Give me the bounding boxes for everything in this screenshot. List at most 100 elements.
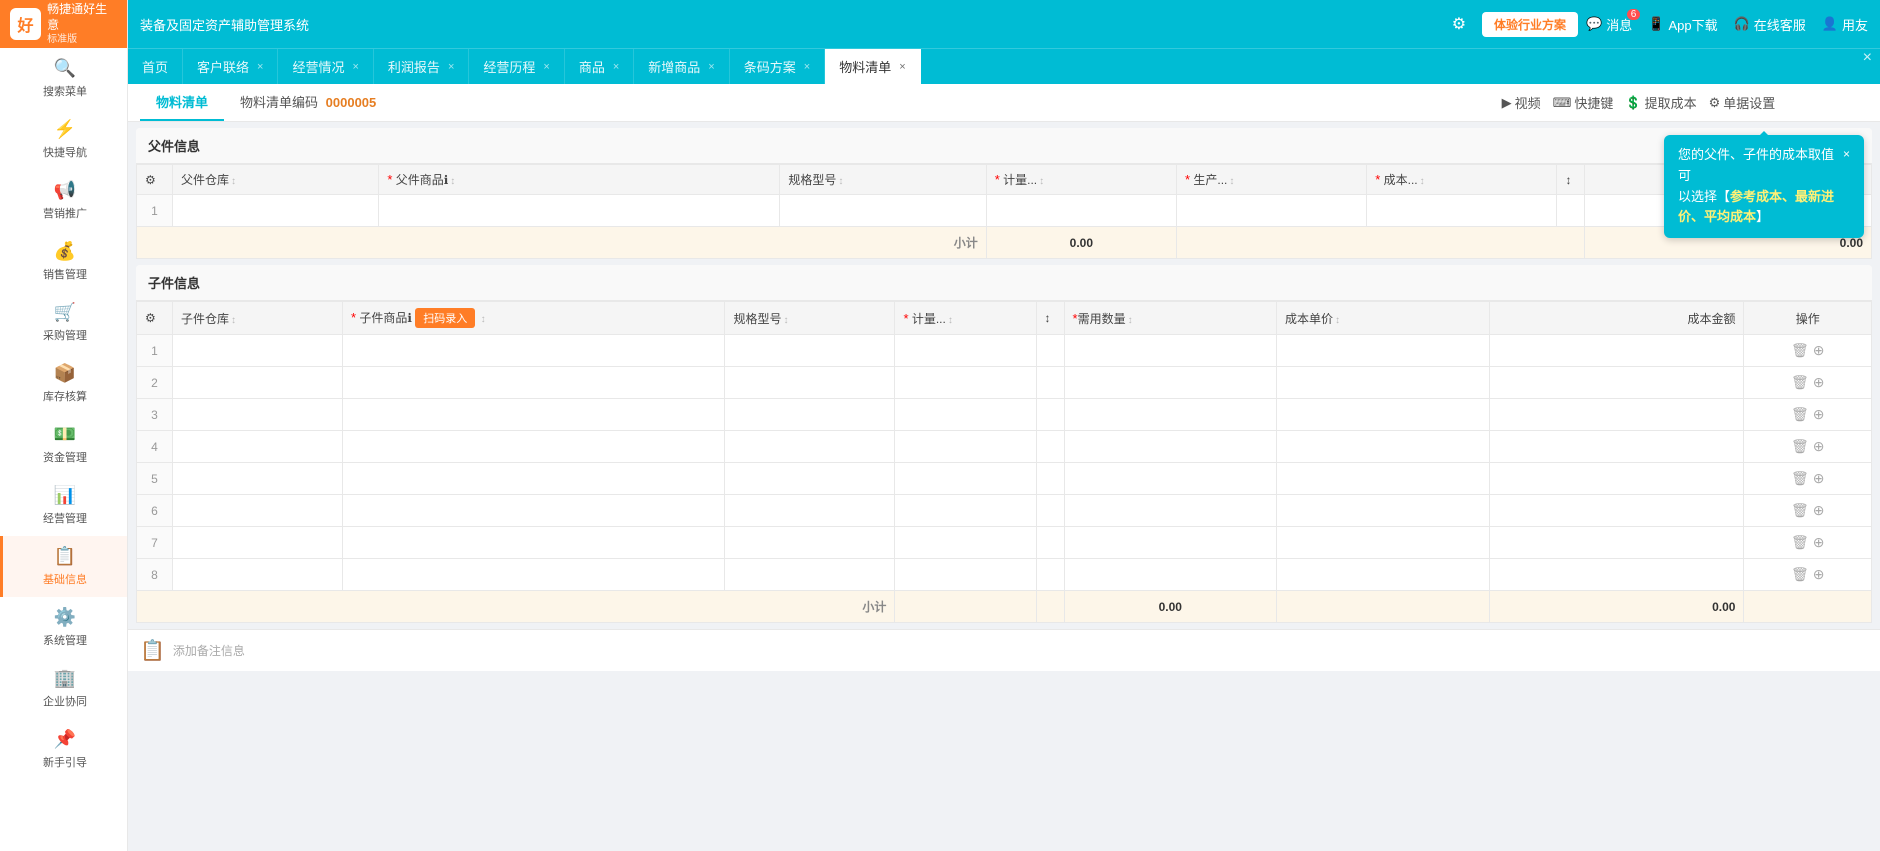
sidebar-item-quick-nav[interactable]: ⚡快捷导航 <box>0 109 127 170</box>
child-col-settings[interactable]: ⚙ <box>137 302 173 335</box>
child-row-1-cost-price[interactable] <box>1277 335 1489 367</box>
child-row-8-unit[interactable] <box>895 559 1036 591</box>
nav-tab-bom[interactable]: 物料清单× <box>825 49 920 84</box>
child-row-7-quantity[interactable] <box>1064 527 1276 559</box>
child-row-3-quantity[interactable] <box>1064 399 1276 431</box>
app-download-btn[interactable]: 📱 App下载 <box>1648 15 1717 34</box>
sidebar-item-system[interactable]: ⚙️系统管理 <box>0 597 127 658</box>
tooltip-close-button[interactable]: × <box>1843 145 1850 164</box>
copy-icon-row-4[interactable]: ⊕ <box>1813 438 1825 455</box>
shortcut-button[interactable]: ⌨ 快捷键 <box>1553 93 1614 112</box>
nav-tab-history[interactable]: 经营历程× <box>469 49 564 84</box>
delete-icon-row-6[interactable]: 🗑 <box>1791 502 1809 519</box>
sidebar-item-guide[interactable]: 📌新手引导 <box>0 719 127 780</box>
child-row-2-unit[interactable] <box>895 367 1036 399</box>
child-row-7-unit[interactable] <box>895 527 1036 559</box>
child-row-2-quantity[interactable] <box>1064 367 1276 399</box>
child-row-5-spec[interactable] <box>725 463 895 495</box>
notification-bell[interactable]: 💬 消息 6 <box>1586 15 1632 34</box>
parent-row-1-warehouse[interactable] <box>173 195 379 227</box>
copy-icon-row-8[interactable]: ⊕ <box>1813 566 1825 583</box>
delete-icon-row-2[interactable]: 🗑 <box>1791 374 1809 391</box>
child-row-1-unit[interactable] <box>895 335 1036 367</box>
child-row-4-spec[interactable] <box>725 431 895 463</box>
delete-icon-row-5[interactable]: 🗑 <box>1791 470 1809 487</box>
child-row-7-product[interactable] <box>342 527 724 559</box>
trial-button[interactable]: 体验行业方案 <box>1482 12 1578 37</box>
sub-tab-bom-code[interactable]: 物料清单编码 0000005 <box>224 84 392 121</box>
nav-tab-barcode[interactable]: 条码方案× <box>730 49 825 84</box>
child-row-4-unit[interactable] <box>895 431 1036 463</box>
delete-icon-row-3[interactable]: 🗑 <box>1791 406 1809 423</box>
copy-icon-row-6[interactable]: ⊕ <box>1813 502 1825 519</box>
child-row-2-cost-price[interactable] <box>1277 367 1489 399</box>
close-all-tabs-button[interactable]: × <box>1855 49 1880 84</box>
parent-row-1-spec[interactable] <box>780 195 986 227</box>
child-row-3-product[interactable] <box>342 399 724 431</box>
sidebar-item-marketing[interactable]: 📢营销推广 <box>0 170 127 231</box>
child-row-1-product[interactable] <box>342 335 724 367</box>
sidebar-item-sales[interactable]: 💰销售管理 <box>0 231 127 292</box>
sidebar-item-inventory[interactable]: 📦库存核算 <box>0 353 127 414</box>
child-row-6-cost-price[interactable] <box>1277 495 1489 527</box>
nav-tab-close-profit[interactable]: × <box>448 61 454 73</box>
child-row-4-warehouse[interactable] <box>173 431 343 463</box>
sidebar-item-operation[interactable]: 📊经营管理 <box>0 475 127 536</box>
child-row-3-spec[interactable] <box>725 399 895 431</box>
child-row-4-cost-price[interactable] <box>1277 431 1489 463</box>
child-row-8-product[interactable] <box>342 559 724 591</box>
nav-tab-profit[interactable]: 利润报告× <box>374 49 469 84</box>
child-row-3-warehouse[interactable] <box>173 399 343 431</box>
child-row-1-spec[interactable] <box>725 335 895 367</box>
child-row-2-warehouse[interactable] <box>173 367 343 399</box>
child-row-8-spec[interactable] <box>725 559 895 591</box>
copy-icon-row-1[interactable]: ⊕ <box>1813 342 1825 359</box>
child-row-5-cost-price[interactable] <box>1277 463 1489 495</box>
parent-col-settings[interactable]: ⚙ <box>137 165 173 195</box>
child-row-5-product[interactable] <box>342 463 724 495</box>
child-row-6-unit[interactable] <box>895 495 1036 527</box>
child-row-1-quantity[interactable] <box>1064 335 1276 367</box>
nav-tab-close-barcode[interactable]: × <box>804 61 810 73</box>
bottom-icon[interactable]: 📋 <box>140 638 165 663</box>
nav-tab-new-goods[interactable]: 新增商品× <box>634 49 729 84</box>
scan-button[interactable]: 扫码录入 <box>415 308 475 328</box>
sidebar-item-enterprise[interactable]: 🏢企业协同 <box>0 658 127 719</box>
child-row-7-cost-price[interactable] <box>1277 527 1489 559</box>
sidebar-item-basic-info[interactable]: 📋基础信息 <box>0 536 127 597</box>
child-row-3-unit[interactable] <box>895 399 1036 431</box>
expand-icon[interactable]: ⤢ <box>1853 94 1868 111</box>
nav-tab-home[interactable]: 首页 <box>128 49 183 84</box>
child-row-4-product[interactable] <box>342 431 724 463</box>
copy-icon-row-5[interactable]: ⊕ <box>1813 470 1825 487</box>
user-menu[interactable]: 👤 用友 <box>1822 15 1868 34</box>
child-row-3-cost-price[interactable] <box>1277 399 1489 431</box>
child-row-8-quantity[interactable] <box>1064 559 1276 591</box>
online-service-btn[interactable]: 🎧 在线客服 <box>1734 15 1806 34</box>
nav-tab-operations[interactable]: 经营情况× <box>278 49 373 84</box>
child-row-8-warehouse[interactable] <box>173 559 343 591</box>
child-row-4-quantity[interactable] <box>1064 431 1276 463</box>
child-row-2-spec[interactable] <box>725 367 895 399</box>
nav-tab-close-goods[interactable]: × <box>613 61 619 73</box>
single-settings-button[interactable]: ⚙ 单据设置 <box>1709 93 1776 112</box>
nav-tab-close-operations[interactable]: × <box>352 61 358 73</box>
sub-tab-bom-list[interactable]: 物料清单 <box>140 84 224 121</box>
parent-row-1-product[interactable] <box>379 195 780 227</box>
child-row-1-warehouse[interactable] <box>173 335 343 367</box>
child-row-7-spec[interactable] <box>725 527 895 559</box>
delete-icon-row-1[interactable]: 🗑 <box>1791 342 1809 359</box>
nav-tab-close-new-goods[interactable]: × <box>708 61 714 73</box>
extract-cost-button[interactable]: 💲 提取成本 <box>1625 93 1696 112</box>
copy-icon-row-2[interactable]: ⊕ <box>1813 374 1825 391</box>
child-row-6-product[interactable] <box>342 495 724 527</box>
sidebar-item-search[interactable]: 🔍搜索菜单 <box>0 48 127 109</box>
parent-row-1-unit[interactable] <box>986 195 1176 227</box>
nav-tab-close-bom[interactable]: × <box>899 61 905 73</box>
nav-tab-close-customers[interactable]: × <box>257 61 263 73</box>
copy-icon-row-7[interactable]: ⊕ <box>1813 534 1825 551</box>
nav-left-arrow[interactable]: ‹ <box>1787 95 1796 111</box>
nav-menu-icon[interactable]: ≡ <box>1829 95 1841 111</box>
delete-icon-row-8[interactable]: 🗑 <box>1791 566 1809 583</box>
copy-icon-row-3[interactable]: ⊕ <box>1813 406 1825 423</box>
